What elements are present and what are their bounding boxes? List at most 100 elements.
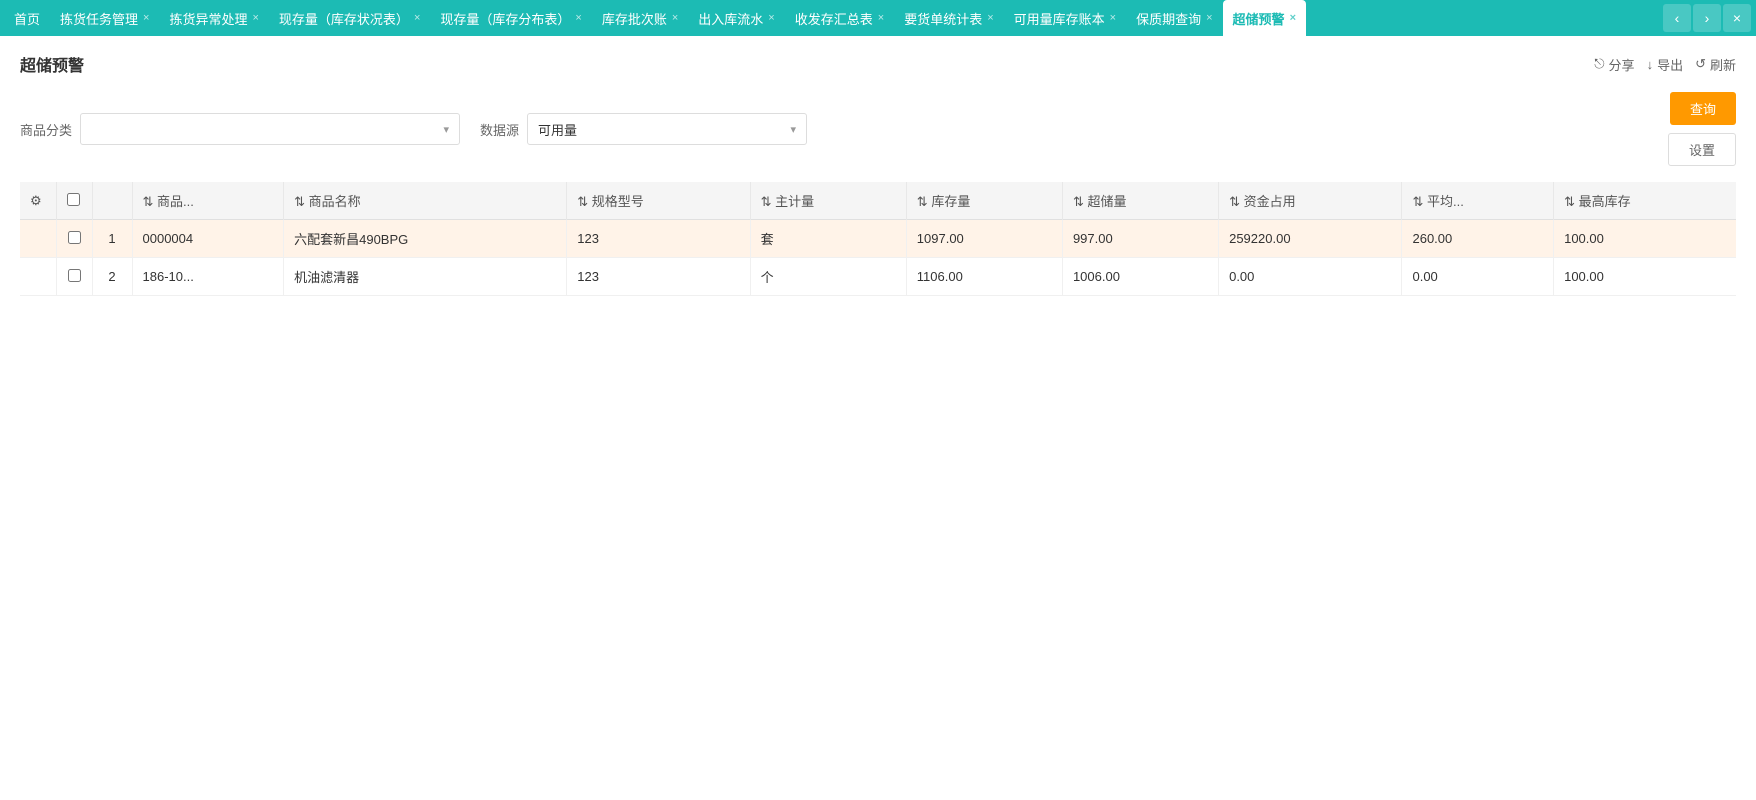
- row-overstock: 997.00: [1062, 220, 1218, 258]
- nav-batch[interactable]: 库存批次账 ×: [592, 0, 688, 36]
- query-button[interactable]: 查询: [1670, 92, 1736, 125]
- nav-inventory-dist[interactable]: 现存量（库存分布表） ×: [430, 0, 591, 36]
- row-settings-cell: [20, 220, 56, 258]
- share-button[interactable]: ⎋ 分享: [1594, 55, 1634, 74]
- row-avg: 0.00: [1402, 258, 1554, 296]
- close-available-ledger[interactable]: ×: [1110, 12, 1116, 24]
- close-inventory-dist[interactable]: ×: [575, 12, 581, 24]
- col-row-num: [92, 182, 132, 220]
- row-overstock: 1006.00: [1062, 258, 1218, 296]
- sort-product-name-icon: ⇅: [294, 194, 305, 210]
- row-checkbox-cell[interactable]: [56, 220, 92, 258]
- table-row: 1 0000004 六配套新昌490BPG 123 套 1097.00 997.…: [20, 220, 1736, 258]
- row-checkbox[interactable]: [68, 269, 81, 282]
- category-chevron-down-icon: ▾: [443, 123, 449, 136]
- row-product-code: 0000004: [132, 220, 284, 258]
- row-spec: 123: [567, 258, 750, 296]
- table-header-row: ⚙ ⇅ 商品... ⇅ 商品名称 ⇅ 规格型号: [20, 182, 1736, 220]
- col-spec[interactable]: ⇅ 规格型号: [567, 182, 750, 220]
- close-task-mgmt[interactable]: ×: [143, 12, 149, 24]
- settings-button[interactable]: 设置: [1668, 133, 1736, 166]
- row-product-code: 186-10...: [132, 258, 284, 296]
- header-actions: ⎋ 分享 ↓ 导出 ↺ 刷新: [1594, 55, 1736, 74]
- row-spec: 123: [567, 220, 750, 258]
- refresh-button[interactable]: ↺ 刷新: [1695, 55, 1736, 74]
- col-overstock[interactable]: ⇅ 超储量: [1062, 182, 1218, 220]
- category-filter: 商品分类 ▾: [20, 113, 460, 145]
- row-number: 2: [92, 258, 132, 296]
- nav-available-ledger[interactable]: 可用量库存账本 ×: [1004, 0, 1126, 36]
- share-icon: ⎋: [1594, 56, 1604, 72]
- row-settings-cell: [20, 258, 56, 296]
- row-stock: 1106.00: [906, 258, 1062, 296]
- col-stock[interactable]: ⇅ 库存量: [906, 182, 1062, 220]
- row-capital: 259220.00: [1219, 220, 1402, 258]
- nav-expiry[interactable]: 保质期查询 ×: [1126, 0, 1222, 36]
- close-collect-send[interactable]: ×: [878, 12, 884, 24]
- category-select[interactable]: ▾: [80, 113, 460, 145]
- nav-inventory-status[interactable]: 现存量（库存状况表） ×: [269, 0, 430, 36]
- nav-abnormal[interactable]: 拣货异常处理 ×: [159, 0, 268, 36]
- datasource-select-value: 可用量: [538, 120, 577, 139]
- sort-overstock-icon: ⇅: [1073, 194, 1084, 210]
- row-checkbox-cell[interactable]: [56, 258, 92, 296]
- gear-icon: ⚙: [30, 193, 42, 208]
- col-settings[interactable]: ⚙: [20, 182, 56, 220]
- row-product-name: 机油滤清器: [284, 258, 567, 296]
- sort-capital-icon: ⇅: [1229, 194, 1240, 210]
- col-product-name[interactable]: ⇅ 商品名称: [284, 182, 567, 220]
- nav-arrows: ‹ › ×: [1662, 4, 1752, 32]
- col-max-stock[interactable]: ⇅ 最高库存: [1554, 182, 1736, 220]
- refresh-icon: ↺: [1695, 56, 1706, 72]
- nav-collect-send[interactable]: 收发存汇总表 ×: [785, 0, 894, 36]
- row-max-stock: 100.00: [1554, 220, 1736, 258]
- export-button[interactable]: ↓ 导出: [1647, 55, 1684, 74]
- close-expiry[interactable]: ×: [1206, 12, 1212, 24]
- export-icon: ↓: [1647, 57, 1654, 72]
- col-checkbox-header[interactable]: [56, 182, 92, 220]
- sort-max-stock-icon: ⇅: [1564, 194, 1575, 210]
- col-product-code[interactable]: ⇅ 商品...: [132, 182, 284, 220]
- col-capital[interactable]: ⇅ 资金占用: [1219, 182, 1402, 220]
- close-batch[interactable]: ×: [672, 12, 678, 24]
- category-label: 商品分类: [20, 120, 72, 139]
- row-unit: 个: [750, 258, 906, 296]
- page-header: 超储预警 ⎋ 分享 ↓ 导出 ↺ 刷新: [20, 52, 1736, 76]
- close-overstock-warning[interactable]: ×: [1290, 12, 1296, 24]
- close-abnormal[interactable]: ×: [252, 12, 258, 24]
- datasource-select[interactable]: 可用量 ▾: [527, 113, 807, 145]
- row-max-stock: 100.00: [1554, 258, 1736, 296]
- close-inout-flow[interactable]: ×: [768, 12, 774, 24]
- nav-order-stats[interactable]: 要货单统计表 ×: [894, 0, 1003, 36]
- nav-prev-button[interactable]: ‹: [1663, 4, 1691, 32]
- close-inventory-status[interactable]: ×: [414, 12, 420, 24]
- nav-inout-flow[interactable]: 出入库流水 ×: [688, 0, 784, 36]
- datasource-chevron-down-icon: ▾: [791, 123, 797, 136]
- sort-unit-icon: ⇅: [761, 194, 772, 210]
- nav-close-all-button[interactable]: ×: [1723, 4, 1751, 32]
- nav-home[interactable]: 首页: [4, 0, 50, 36]
- page-content: 超储预警 ⎋ 分享 ↓ 导出 ↺ 刷新 商品分类 ▾ 数据源: [0, 36, 1756, 800]
- row-avg: 260.00: [1402, 220, 1554, 258]
- nav-bar: 首页 拣货任务管理 × 拣货异常处理 × 现存量（库存状况表） × 现存量（库存…: [0, 0, 1756, 36]
- sort-stock-icon: ⇅: [917, 194, 928, 210]
- nav-next-button[interactable]: ›: [1693, 4, 1721, 32]
- filter-right-buttons: 查询 设置: [1668, 92, 1736, 166]
- datasource-filter: 数据源 可用量 ▾: [480, 113, 807, 145]
- nav-task-mgmt[interactable]: 拣货任务管理 ×: [50, 0, 159, 36]
- row-checkbox[interactable]: [68, 231, 81, 244]
- row-product-name: 六配套新昌490BPG: [284, 220, 567, 258]
- sort-spec-icon: ⇅: [577, 194, 588, 210]
- sort-avg-icon: ⇅: [1412, 194, 1423, 210]
- row-stock: 1097.00: [906, 220, 1062, 258]
- sort-product-code-icon: ⇅: [143, 194, 154, 210]
- close-order-stats[interactable]: ×: [987, 12, 993, 24]
- nav-overstock-warning[interactable]: 超储预警 ×: [1223, 0, 1306, 36]
- table-row: 2 186-10... 机油滤清器 123 个 1106.00 1006.00 …: [20, 258, 1736, 296]
- data-table: ⚙ ⇅ 商品... ⇅ 商品名称 ⇅ 规格型号: [20, 182, 1736, 296]
- filter-row: 商品分类 ▾ 数据源 可用量 ▾ 查询 设置: [20, 92, 1736, 166]
- page-title: 超储预警: [20, 52, 84, 76]
- col-unit[interactable]: ⇅ 主计量: [750, 182, 906, 220]
- col-avg[interactable]: ⇅ 平均...: [1402, 182, 1554, 220]
- select-all-checkbox[interactable]: [67, 193, 80, 206]
